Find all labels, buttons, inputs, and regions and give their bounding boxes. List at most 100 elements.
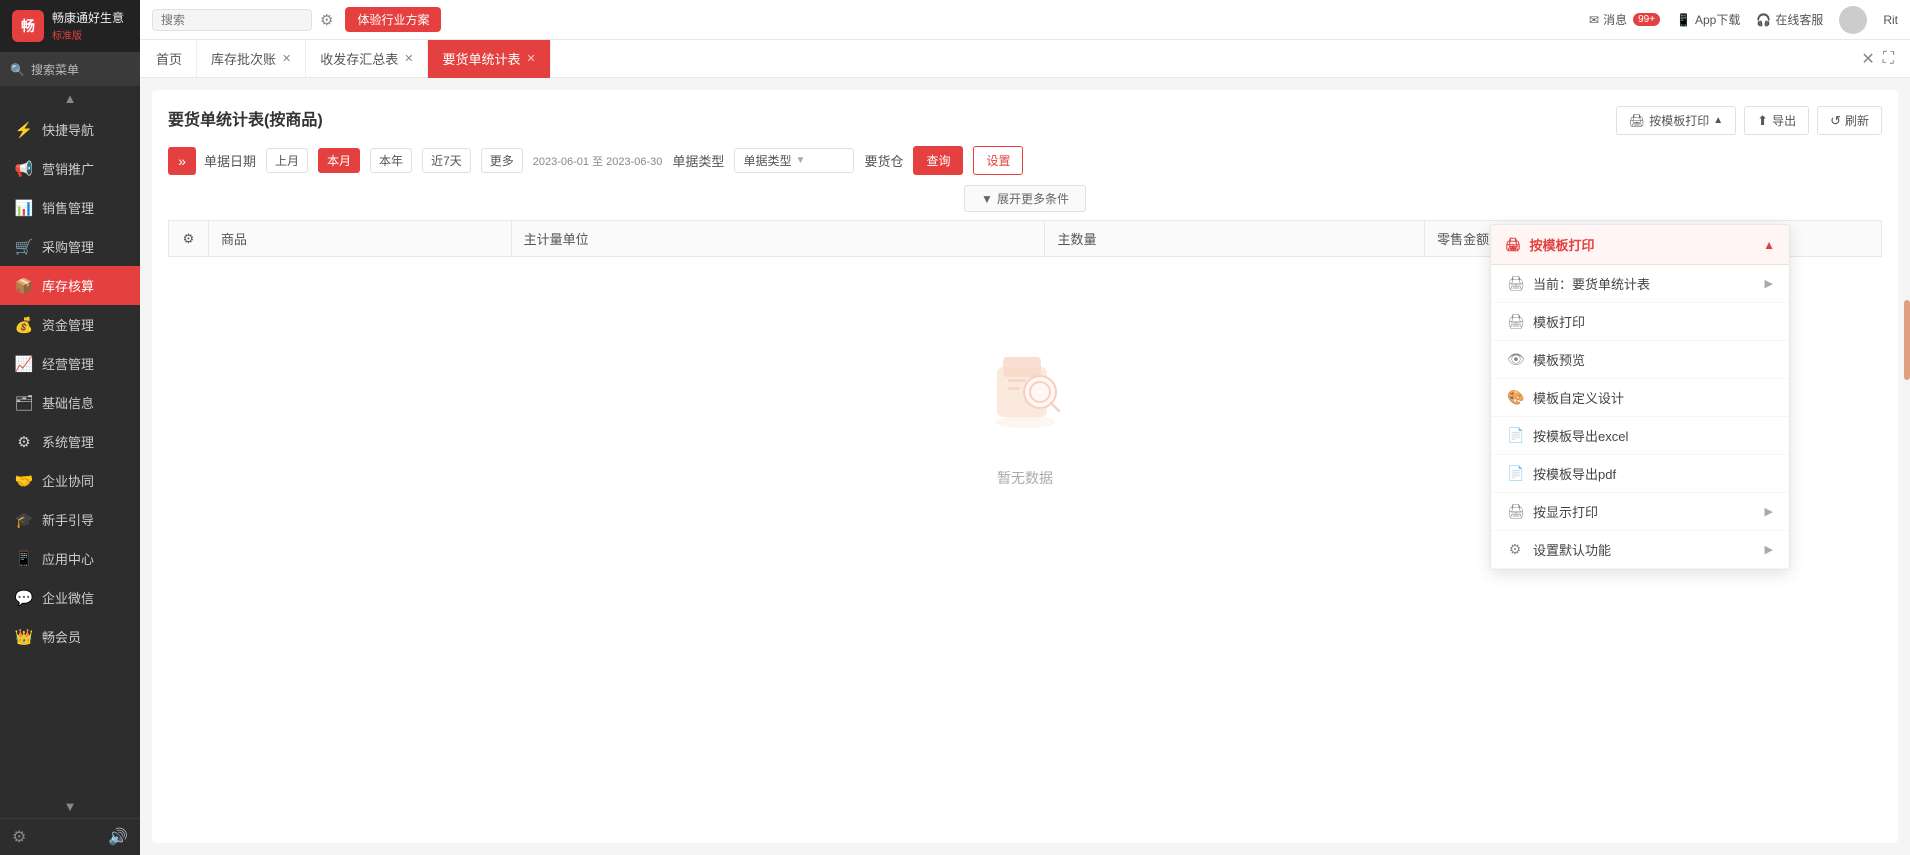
member-icon: 👑 bbox=[14, 628, 34, 646]
tabbar: 首页 库存批次账 ✕ 收发存汇总表 ✕ 要货单统计表 ✕ ✕ ⛶ bbox=[140, 40, 1910, 78]
sidebar-item-system[interactable]: ⚙ 系统管理 bbox=[0, 422, 140, 461]
set-default-icon: ⚙ bbox=[1507, 541, 1523, 558]
query-btn[interactable]: 查询 bbox=[913, 146, 963, 175]
sidebar-search[interactable]: 🔍 搜索菜单 bbox=[0, 53, 140, 86]
dropdown-close-chevron[interactable]: ▲ bbox=[1763, 238, 1775, 252]
marketing-icon: 📢 bbox=[14, 160, 34, 178]
refresh-btn[interactable]: ↺ 刷新 bbox=[1817, 106, 1882, 135]
refresh-icon: ↺ bbox=[1830, 113, 1841, 129]
col-quantity: 主数量 bbox=[1045, 221, 1425, 257]
template-preview-icon: 👁 bbox=[1507, 351, 1523, 368]
export-excel-icon: 📄 bbox=[1507, 427, 1523, 444]
tab-close-receivable-summary[interactable]: ✕ bbox=[404, 52, 413, 65]
date-btn-more[interactable]: 更多 bbox=[481, 148, 523, 173]
sidebar-item-finance[interactable]: 💰 资金管理 bbox=[0, 305, 140, 344]
dropdown-item-export-excel[interactable]: 📄 按模板导出excel bbox=[1491, 417, 1789, 455]
search-icon: 🔍 bbox=[10, 63, 25, 77]
topbar-search-input[interactable] bbox=[152, 9, 312, 31]
expand-collapse-btn[interactable]: » bbox=[168, 147, 196, 175]
dropdown-item-template-preview[interactable]: 👁 模板预览 bbox=[1491, 341, 1789, 379]
app-download-icon: 📱 bbox=[1676, 13, 1691, 27]
sidebar-item-member[interactable]: 👑 畅会员 bbox=[0, 617, 140, 656]
topbar-gear-icon[interactable]: ⚙ bbox=[320, 11, 333, 29]
sidebar-item-basic[interactable]: 🗂 基础信息 bbox=[0, 383, 140, 422]
tab-order-stats[interactable]: 要货单统计表 ✕ bbox=[428, 40, 550, 78]
dropdown-item-export-pdf[interactable]: 📄 按模板导出pdf bbox=[1491, 455, 1789, 493]
print-dropdown-panel: 🖨 按模板打印 ▲ 🖨 当前：要货单统计表 ▶ 🖨 模板打印 bbox=[1490, 224, 1790, 570]
sidebar: 畅 畅康通好生意 标准版 🔍 搜索菜单 ▲ ⚡ 快捷导航 📢 营销推广 📊 销售… bbox=[0, 0, 140, 855]
tab-close-batch-accounts[interactable]: ✕ bbox=[282, 52, 291, 65]
type-filter-label: 单据类型 bbox=[672, 151, 724, 170]
dropdown-item-set-default[interactable]: ⚙ 设置默认功能 ▶ bbox=[1491, 531, 1789, 569]
basic-icon: 🗂 bbox=[14, 394, 34, 412]
sidebar-item-purchase[interactable]: 🛒 采购管理 bbox=[0, 227, 140, 266]
display-print-arrow-icon: ▶ bbox=[1765, 505, 1773, 518]
close-window-icon[interactable]: ✕ bbox=[1861, 49, 1874, 69]
print-btn[interactable]: 🖨 按模板打印 ▲ bbox=[1616, 106, 1736, 135]
avatar[interactable] bbox=[1839, 6, 1867, 34]
export-btn[interactable]: ⬆ 导出 bbox=[1744, 106, 1809, 135]
message-icon: ✉ bbox=[1589, 13, 1599, 27]
col-unit: 主计量单位 bbox=[511, 221, 1045, 257]
online-service-btn[interactable]: 🎧 在线客服 bbox=[1756, 11, 1823, 28]
inventory-icon: 📦 bbox=[14, 277, 34, 295]
expand-more-icon: ▼ bbox=[981, 192, 993, 206]
app-logo-icon: 畅 bbox=[12, 10, 44, 42]
sidebar-item-sales[interactable]: 📊 销售管理 bbox=[0, 188, 140, 227]
scroll-down-btn[interactable]: ▼ bbox=[0, 794, 140, 818]
guide-icon: 🎓 bbox=[14, 511, 34, 529]
expand-more-btn[interactable]: ▼ 展开更多条件 bbox=[964, 185, 1086, 212]
right-scrollbar[interactable] bbox=[1904, 300, 1910, 380]
export-pdf-icon: 📄 bbox=[1507, 465, 1523, 482]
tab-close-order-stats[interactable]: ✕ bbox=[527, 52, 536, 65]
sidebar-bottom: ⚙ 🔊 bbox=[0, 818, 140, 855]
quick-nav-icon: ⚡ bbox=[14, 121, 34, 139]
date-btn-last-month[interactable]: 上月 bbox=[266, 148, 308, 173]
dropdown-item-template-print[interactable]: 🖨 模板打印 bbox=[1491, 303, 1789, 341]
sidebar-item-operation[interactable]: 📈 经营管理 bbox=[0, 344, 140, 383]
current-template-icon: 🖨 bbox=[1507, 275, 1523, 292]
col-product: 商品 bbox=[209, 221, 512, 257]
maximize-icon[interactable]: ⛶ bbox=[1883, 50, 1894, 68]
tab-batch-accounts[interactable]: 库存批次账 ✕ bbox=[197, 40, 306, 78]
sidebar-item-marketing[interactable]: 📢 营销推广 bbox=[0, 149, 140, 188]
current-template-item[interactable]: 🖨 当前：要货单统计表 ▶ bbox=[1491, 265, 1789, 303]
app-download-btn[interactable]: 📱 App下载 bbox=[1676, 11, 1740, 28]
settings-btn[interactable]: 设置 bbox=[973, 146, 1023, 175]
scroll-up-btn[interactable]: ▲ bbox=[0, 86, 140, 110]
date-btn-this-month[interactable]: 本月 bbox=[318, 148, 360, 173]
date-btn-this-year[interactable]: 本年 bbox=[370, 148, 412, 173]
sidebar-item-cooperation[interactable]: 🤝 企业协同 bbox=[0, 461, 140, 500]
username-label: Rit bbox=[1883, 13, 1898, 27]
dropdown-header: 🖨 按模板打印 ▲ bbox=[1491, 225, 1789, 265]
print-chevron-up-icon: ▲ bbox=[1713, 115, 1723, 126]
date-btn-7days[interactable]: 近7天 bbox=[422, 148, 471, 173]
appstore-icon: 📱 bbox=[14, 550, 34, 568]
trial-button[interactable]: 体验行业方案 bbox=[345, 7, 441, 32]
messages-btn[interactable]: ✉ 消息 99+ bbox=[1589, 11, 1660, 28]
action-row: 🖨 按模板打印 ▲ ⬆ 导出 ↺ 刷新 bbox=[1616, 106, 1882, 135]
display-print-icon: 🖨 bbox=[1507, 503, 1523, 520]
sidebar-item-appstore[interactable]: 📱 应用中心 bbox=[0, 539, 140, 578]
cooperation-icon: 🤝 bbox=[14, 472, 34, 490]
settings-bottom-icon[interactable]: ⚙ bbox=[12, 827, 26, 847]
sidebar-item-quick-nav[interactable]: ⚡ 快捷导航 bbox=[0, 110, 140, 149]
type-filter-select[interactable]: 单据类型 ▼ bbox=[734, 148, 854, 173]
sidebar-logo: 畅 畅康通好生意 标准版 bbox=[0, 0, 140, 53]
sidebar-item-wechat[interactable]: 💬 企业微信 bbox=[0, 578, 140, 617]
col-settings[interactable]: ⚙ bbox=[169, 221, 209, 257]
set-default-arrow-icon: ▶ bbox=[1765, 543, 1773, 556]
tab-receivable-summary[interactable]: 收发存汇总表 ✕ bbox=[306, 40, 428, 78]
messages-badge: 99+ bbox=[1633, 13, 1660, 26]
audio-bottom-icon[interactable]: 🔊 bbox=[108, 827, 128, 847]
date-range-display: 2023-06-01 至 2023-06-30 bbox=[533, 153, 663, 169]
filter-toolbar: » 单据日期 上月 本月 本年 近7天 更多 2023-06-01 至 2023… bbox=[168, 146, 1882, 175]
dropdown-item-display-print[interactable]: 🖨 按显示打印 ▶ bbox=[1491, 493, 1789, 531]
dropdown-item-template-design[interactable]: 🎨 模板自定义设计 bbox=[1491, 379, 1789, 417]
date-filter-label: 单据日期 bbox=[204, 151, 256, 170]
print-icon: 🖨 bbox=[1629, 113, 1646, 129]
sidebar-item-inventory[interactable]: 📦 库存核算 bbox=[0, 266, 140, 305]
finance-icon: 💰 bbox=[14, 316, 34, 334]
sidebar-item-guide[interactable]: 🎓 新手引导 bbox=[0, 500, 140, 539]
tab-home[interactable]: 首页 bbox=[148, 40, 197, 78]
